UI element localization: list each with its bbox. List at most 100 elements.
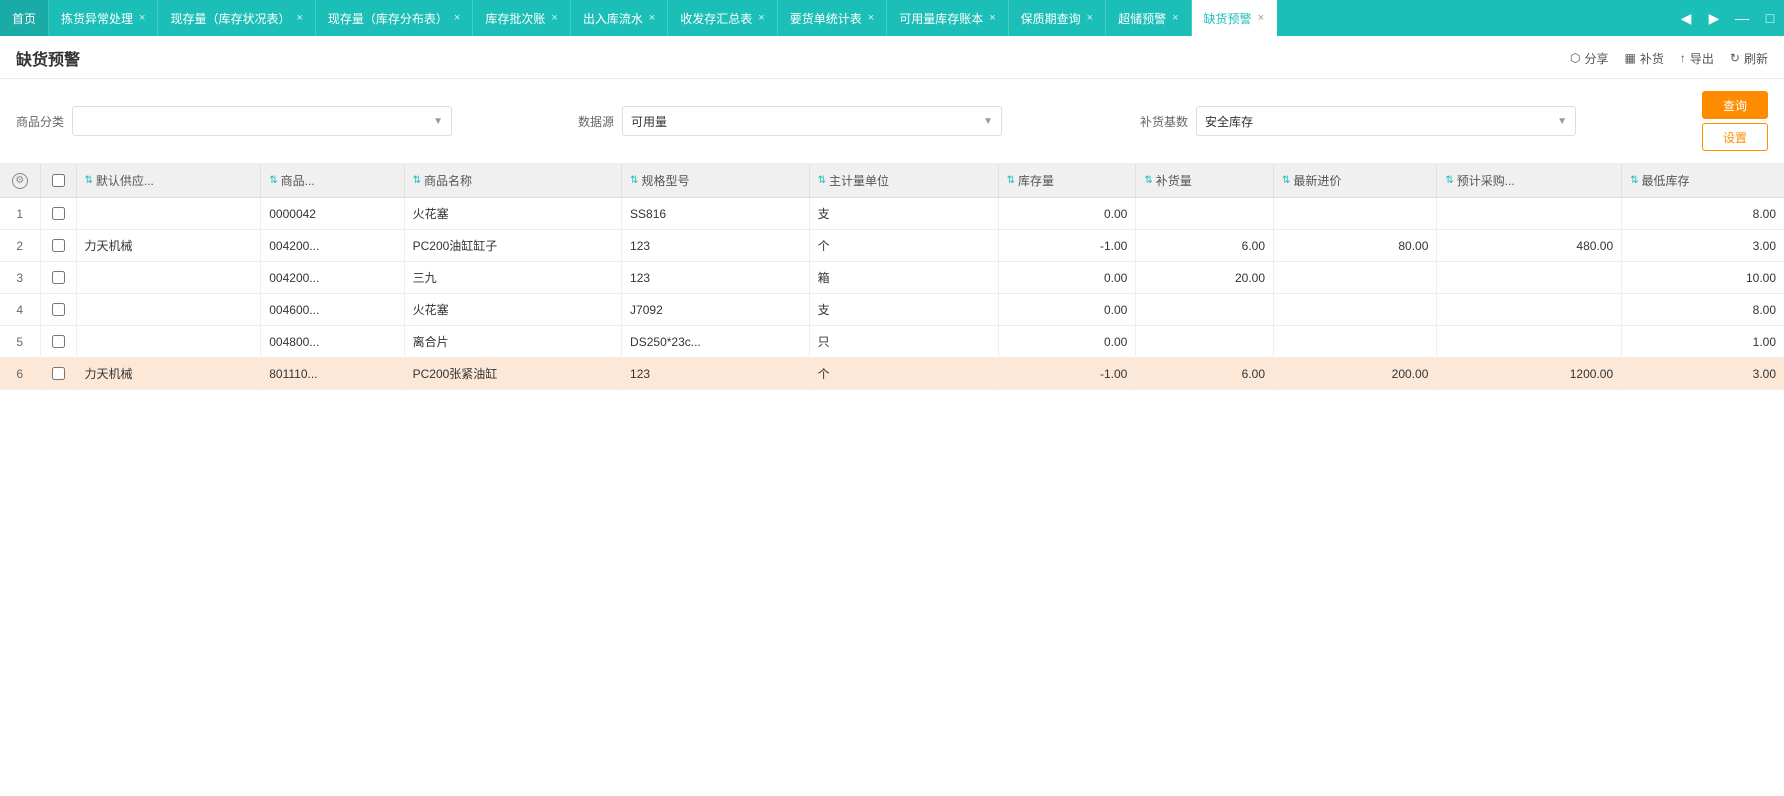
- table-row: 2 力天机械 004200... PC200油缸缸子 123 个 -1.00 6…: [0, 230, 1784, 262]
- tab-available-ledger[interactable]: 可用量库存账本 ×: [887, 0, 1008, 36]
- row-checkbox-4[interactable]: [52, 303, 65, 316]
- close-tab-overstock[interactable]: ×: [1172, 12, 1178, 24]
- th-supplier: ⇅ 默认供应...: [76, 164, 261, 198]
- sort-icon-supplier: ⇅: [85, 175, 93, 186]
- cell-product-code-2: 004200...: [261, 230, 404, 262]
- settings-button[interactable]: 设置: [1702, 123, 1768, 151]
- close-tab-receive-summary[interactable]: ×: [758, 12, 764, 24]
- cell-min-stock-6: 3.00: [1622, 358, 1784, 390]
- tab-receive-summary[interactable]: 收发存汇总表 ×: [668, 0, 777, 36]
- cell-checkbox-1: [40, 198, 76, 230]
- th-product-name: ⇅ 商品名称: [404, 164, 621, 198]
- cell-replenish-qty-6: 6.00: [1136, 358, 1274, 390]
- datasource-arrow-icon: ▼: [983, 116, 993, 127]
- cell-est-purchase-5: [1437, 326, 1622, 358]
- cell-product-code-6: 801110...: [261, 358, 404, 390]
- replenish-action[interactable]: ▦ 补货: [1625, 50, 1664, 67]
- export-icon: ↑: [1680, 51, 1686, 65]
- cell-supplier-5: [76, 326, 261, 358]
- share-action[interactable]: ⬡ 分享: [1570, 50, 1609, 67]
- tab-shortage[interactable]: 缺货预警 ×: [1192, 0, 1277, 36]
- cell-min-stock-2: 3.00: [1622, 230, 1784, 262]
- refresh-action[interactable]: ↻ 刷新: [1730, 50, 1768, 67]
- row-checkbox-3[interactable]: [52, 271, 65, 284]
- page-content: 缺货预警 ⬡ 分享 ▦ 补货 ↑ 导出 ↻ 刷新 商品分类: [0, 36, 1784, 796]
- cell-supplier-1: [76, 198, 261, 230]
- cell-replenish-qty-2: 6.00: [1136, 230, 1274, 262]
- cell-unit-6: 个: [809, 358, 998, 390]
- minimize-button[interactable]: —: [1728, 0, 1756, 36]
- th-min-stock: ⇅ 最低库存: [1622, 164, 1784, 198]
- filter-bar: 商品分类 ▼ 数据源 可用量 ▼ 补货基数 安全库存 ▼ 查询 设置: [0, 79, 1784, 164]
- tab-inout-flow[interactable]: 出入库流水 ×: [571, 0, 668, 36]
- tab-prev-button[interactable]: ◀: [1672, 0, 1700, 36]
- cell-spec-5: DS250*23c...: [622, 326, 810, 358]
- cell-stock-2: -1.00: [998, 230, 1136, 262]
- table-row: 5 004800... 离合片 DS250*23c... 只 0.00 1.00: [0, 326, 1784, 358]
- maximize-button[interactable]: □: [1756, 0, 1784, 36]
- tab-inventory-dist[interactable]: 现存量（库存分布表） ×: [316, 0, 473, 36]
- replenish-icon: ▦: [1625, 51, 1636, 65]
- cell-checkbox-4: [40, 294, 76, 326]
- close-tab-inventory-dist[interactable]: ×: [454, 12, 460, 24]
- tab-overstock[interactable]: 超储预警 ×: [1106, 0, 1191, 36]
- cell-min-stock-4: 8.00: [1622, 294, 1784, 326]
- replenish-base-select[interactable]: 安全库存 ▼: [1196, 106, 1576, 136]
- sort-icon-min-stock: ⇅: [1630, 175, 1638, 186]
- close-tab-order-stats[interactable]: ×: [868, 12, 874, 24]
- cell-latest-price-3: [1274, 262, 1437, 294]
- close-tab-shortage[interactable]: ×: [1258, 12, 1264, 24]
- tab-order-stats[interactable]: 要货单统计表 ×: [778, 0, 887, 36]
- cell-latest-price-2: 80.00: [1274, 230, 1437, 262]
- row-checkbox-5[interactable]: [52, 335, 65, 348]
- tab-exception[interactable]: 拣货异常处理 ×: [49, 0, 158, 36]
- query-button[interactable]: 查询: [1702, 91, 1768, 119]
- cell-num-2: 2: [0, 230, 40, 262]
- select-all-checkbox[interactable]: [52, 174, 65, 187]
- sort-icon-product-name: ⇅: [413, 175, 421, 186]
- close-tab-exception[interactable]: ×: [139, 12, 145, 24]
- cell-latest-price-6: 200.00: [1274, 358, 1437, 390]
- close-tab-batch-account[interactable]: ×: [551, 12, 557, 24]
- cell-supplier-4: [76, 294, 261, 326]
- cell-checkbox-2: [40, 230, 76, 262]
- export-action[interactable]: ↑ 导出: [1680, 50, 1714, 67]
- th-replenish-qty: ⇅ 补货量: [1136, 164, 1274, 198]
- datasource-select[interactable]: 可用量 ▼: [622, 106, 1002, 136]
- gear-icon[interactable]: ⚙: [12, 173, 28, 189]
- datasource-label: 数据源: [578, 113, 614, 130]
- filter-actions: 查询 设置: [1702, 91, 1768, 151]
- row-checkbox-1[interactable]: [52, 207, 65, 220]
- tab-batch-account[interactable]: 库存批次账 ×: [473, 0, 570, 36]
- tab-expiry-query[interactable]: 保质期查询 ×: [1009, 0, 1106, 36]
- cell-replenish-qty-1: [1136, 198, 1274, 230]
- cell-stock-5: 0.00: [998, 326, 1136, 358]
- close-tab-expiry-query[interactable]: ×: [1087, 12, 1093, 24]
- header-actions: ⬡ 分享 ▦ 补货 ↑ 导出 ↻ 刷新: [1570, 50, 1768, 67]
- category-label: 商品分类: [16, 113, 64, 130]
- cell-spec-4: J7092: [622, 294, 810, 326]
- th-settings: ⚙: [0, 164, 40, 198]
- cell-num-3: 3: [0, 262, 40, 294]
- close-tab-available-ledger[interactable]: ×: [989, 12, 995, 24]
- tab-next-button[interactable]: ▶: [1700, 0, 1728, 36]
- cell-spec-3: 123: [622, 262, 810, 294]
- category-select[interactable]: ▼: [72, 106, 452, 136]
- cell-spec-6: 123: [622, 358, 810, 390]
- close-tab-inout-flow[interactable]: ×: [649, 12, 655, 24]
- replenish-base-label: 补货基数: [1140, 113, 1188, 130]
- tab-inventory-status[interactable]: 现存量（库存状况表） ×: [158, 0, 315, 36]
- cell-supplier-6: 力天机械: [76, 358, 261, 390]
- sort-icon-est-purchase: ⇅: [1445, 175, 1453, 186]
- cell-est-purchase-4: [1437, 294, 1622, 326]
- th-stock: ⇅ 库存量: [998, 164, 1136, 198]
- th-latest-price: ⇅ 最新进价: [1274, 164, 1437, 198]
- replenish-base-value: 安全库存: [1205, 113, 1253, 130]
- cell-latest-price-5: [1274, 326, 1437, 358]
- row-checkbox-6[interactable]: [52, 367, 65, 380]
- close-tab-inventory-status[interactable]: ×: [296, 12, 302, 24]
- cell-product-name-4: 火花塞: [404, 294, 621, 326]
- cell-min-stock-5: 1.00: [1622, 326, 1784, 358]
- row-checkbox-2[interactable]: [52, 239, 65, 252]
- tab-home[interactable]: 首页: [0, 0, 49, 36]
